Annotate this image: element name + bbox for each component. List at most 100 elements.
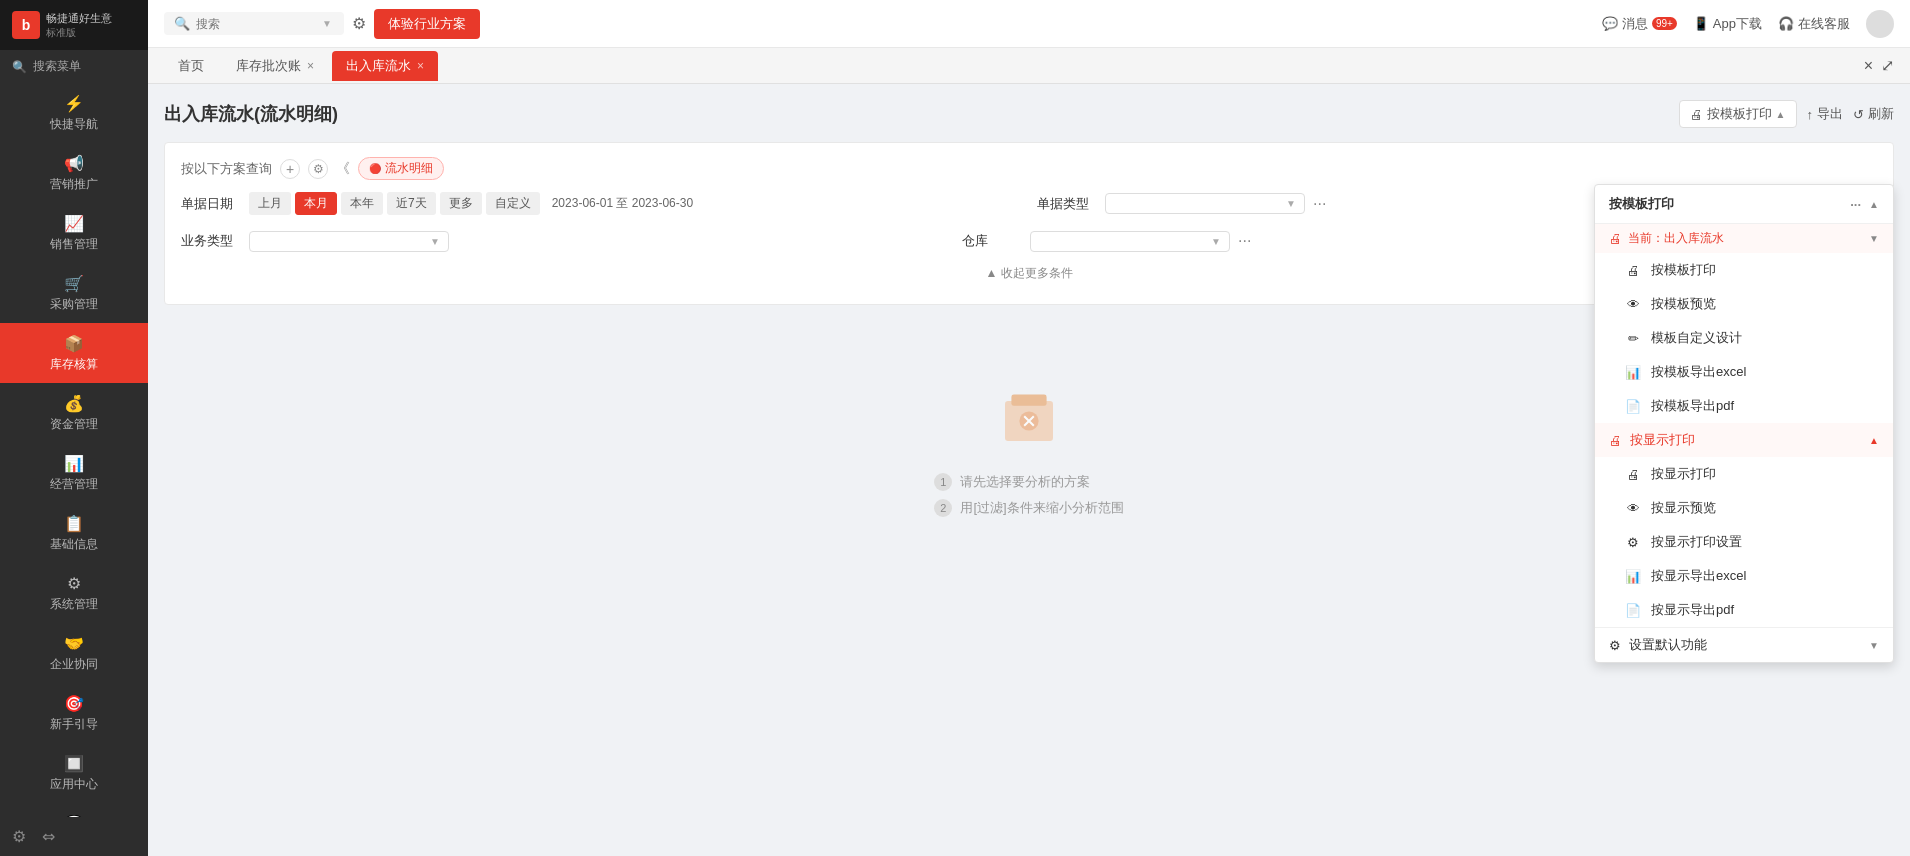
app-download-btn[interactable]: 📱 App下载 bbox=[1693, 15, 1762, 33]
caret-up-icon: ▲ bbox=[1776, 109, 1786, 120]
dropdown-display-excel[interactable]: 📊 按显示导出excel bbox=[1595, 559, 1893, 593]
sidebar-item-label: 新手引导 bbox=[50, 716, 98, 733]
dropdown-footer[interactable]: ⚙ 设置默认功能 ▼ bbox=[1595, 627, 1893, 662]
date-btn-this-month[interactable]: 本月 bbox=[295, 192, 337, 215]
sidebar-item-label: 销售管理 bbox=[50, 236, 98, 253]
doc-type-select[interactable]: ▼ bbox=[1105, 193, 1305, 214]
doc-type-more[interactable]: ··· bbox=[1313, 195, 1326, 213]
app-center-icon: 🔲 bbox=[64, 753, 84, 773]
date-btn-custom[interactable]: 自定义 bbox=[486, 192, 540, 215]
dropdown-current: 🖨 当前：出入库流水 ▼ bbox=[1595, 224, 1893, 253]
warehouse-more[interactable]: ··· bbox=[1238, 232, 1251, 250]
tab-batch[interactable]: 库存批次账× bbox=[222, 51, 328, 81]
dropdown-template-excel[interactable]: 📊 按模板导出excel bbox=[1595, 355, 1893, 389]
business-type-field: 业务类型 ▼ bbox=[181, 231, 946, 252]
export-icon: ↑ bbox=[1807, 107, 1814, 122]
tab-home[interactable]: 首页 bbox=[164, 51, 218, 81]
date-btn-this-year[interactable]: 本年 bbox=[341, 192, 383, 215]
sidebar-item-label: 企业协同 bbox=[50, 656, 98, 673]
print-btn[interactable]: 🖨 按模板打印 ▲ bbox=[1679, 100, 1797, 128]
filter-add-btn[interactable]: + bbox=[280, 159, 300, 179]
sidebar-item-label: 采购管理 bbox=[50, 296, 98, 313]
sidebar-item-finance[interactable]: 💰资金管理 bbox=[0, 383, 148, 443]
display-settings-icon: ⚙ bbox=[1625, 534, 1641, 550]
settings-icon[interactable]: ⚙ bbox=[12, 827, 26, 846]
sidebar-search[interactable]: 🔍 搜索菜单 bbox=[0, 50, 148, 83]
sidebar-item-system[interactable]: ⚙系统管理 bbox=[0, 563, 148, 623]
tab-close-btn[interactable]: × bbox=[417, 59, 424, 73]
filter-collapse-btn[interactable]: 《 bbox=[336, 160, 350, 178]
page-header: 出入库流水(流水明细) 🖨 按模板打印 ▲ ↑ 导出 ↺ 刷新 bbox=[164, 100, 1894, 128]
sidebar-item-cooperation[interactable]: 🤝 企业协同 bbox=[0, 623, 148, 683]
dropdown-display-pdf[interactable]: 📄 按显示导出pdf bbox=[1595, 593, 1893, 627]
tab-close-all-btn[interactable]: × bbox=[1864, 57, 1873, 75]
sidebar-item-label: 基础信息 bbox=[50, 536, 98, 553]
doc-type-label: 单据类型 bbox=[1037, 195, 1097, 213]
dropdown-template-print[interactable]: 🖨 按模板打印 bbox=[1595, 253, 1893, 287]
sidebar-item-sales[interactable]: 📈销售管理 bbox=[0, 203, 148, 263]
print-icon: 🖨 bbox=[1625, 262, 1641, 278]
tabbar-right: × ⤢ bbox=[1864, 56, 1894, 75]
empty-step-1: 1 请先选择要分析的方案 bbox=[934, 473, 1123, 491]
sidebar-item-purchase[interactable]: 🛒采购管理 bbox=[0, 263, 148, 323]
date-btn-7days[interactable]: 近7天 bbox=[387, 192, 436, 215]
user-avatar[interactable] bbox=[1866, 10, 1894, 38]
message-icon: 💬 bbox=[1602, 16, 1618, 31]
sidebar-item-guide[interactable]: 🎯新手引导 bbox=[0, 683, 148, 743]
tab-flow[interactable]: 出入库流水× bbox=[332, 51, 438, 81]
dropdown-display-print[interactable]: 🖨 按显示打印 bbox=[1595, 457, 1893, 491]
expand-icon[interactable]: ⇔ bbox=[42, 827, 55, 846]
dropdown-header: 按模板打印 ··· ▲ bbox=[1595, 185, 1893, 224]
pdf-icon: 📄 bbox=[1625, 398, 1641, 414]
tag-icon: 🔴 bbox=[369, 163, 381, 174]
topbar-search-box[interactable]: 🔍 ▼ bbox=[164, 12, 344, 35]
excel-icon: 📊 bbox=[1625, 364, 1641, 380]
chevron-up-icon[interactable]: ▲ bbox=[1869, 199, 1879, 210]
current-indicator-icon: 🖨 bbox=[1609, 231, 1622, 246]
sidebar-item-inventory[interactable]: 📦库存核算 bbox=[0, 323, 148, 383]
dropdown-display-preview[interactable]: 👁 按显示预览 bbox=[1595, 491, 1893, 525]
sidebar-item-operation[interactable]: 📊经营管理 bbox=[0, 443, 148, 503]
dots-icon[interactable]: ··· bbox=[1850, 197, 1861, 212]
finance-icon: 💰 bbox=[64, 393, 84, 413]
sidebar-item-basic[interactable]: 📋基础信息 bbox=[0, 503, 148, 563]
online-service-btn[interactable]: 🎧 在线客服 bbox=[1778, 15, 1850, 33]
warehouse-label: 仓库 bbox=[962, 232, 1022, 250]
gear-icon[interactable]: ⚙ bbox=[352, 14, 366, 33]
design-icon: ✏ bbox=[1625, 330, 1641, 346]
dropdown-template-preview[interactable]: 👁 按模板预览 bbox=[1595, 287, 1893, 321]
preview-icon: 👁 bbox=[1625, 296, 1641, 312]
dropdown-template-pdf[interactable]: 📄 按模板导出pdf bbox=[1595, 389, 1893, 423]
search-input[interactable] bbox=[196, 17, 316, 31]
sidebar-item-app-center[interactable]: 🔲应用中心 bbox=[0, 743, 148, 803]
topbar-left: 🔍 ▼ ⚙ 体验行业方案 bbox=[164, 9, 1590, 39]
empty-steps: 1 请先选择要分析的方案 2 用[过滤]条件来缩小分析范围 bbox=[934, 473, 1123, 517]
operation-icon: 📊 bbox=[64, 453, 84, 473]
dropdown-display-section[interactable]: 🖨 按显示打印 ▲ bbox=[1595, 423, 1893, 457]
display-preview-icon: 👁 bbox=[1625, 500, 1641, 516]
tab-close-btn[interactable]: × bbox=[307, 59, 314, 73]
cooperation-icon: 🤝 bbox=[64, 633, 84, 653]
warehouse-select[interactable]: ▼ bbox=[1030, 231, 1230, 252]
industry-btn[interactable]: 体验行业方案 bbox=[374, 9, 480, 39]
filter-settings-btn[interactable]: ⚙ bbox=[308, 159, 328, 179]
display-pdf-icon: 📄 bbox=[1625, 602, 1641, 618]
date-label: 单据日期 bbox=[181, 195, 241, 213]
tab-label: 首页 bbox=[178, 57, 204, 75]
sidebar-item-quick-nav[interactable]: ⚡快捷导航 bbox=[0, 83, 148, 143]
refresh-btn[interactable]: ↺ 刷新 bbox=[1853, 105, 1894, 123]
business-type-select[interactable]: ▼ bbox=[249, 231, 449, 252]
sidebar-bottom: ⚙ ⇔ bbox=[0, 817, 148, 856]
dropdown-display-settings[interactable]: ⚙ 按显示打印设置 bbox=[1595, 525, 1893, 559]
date-btn-prev-month[interactable]: 上月 bbox=[249, 192, 291, 215]
date-btn-more[interactable]: 更多 bbox=[440, 192, 482, 215]
export-btn[interactable]: ↑ 导出 bbox=[1807, 105, 1844, 123]
dropdown-template-custom[interactable]: ✏ 模板自定义设计 bbox=[1595, 321, 1893, 355]
message-btn[interactable]: 💬 消息 99+ bbox=[1602, 15, 1677, 33]
sidebar-item-marketing[interactable]: 📢营销推广 bbox=[0, 143, 148, 203]
sidebar-item-wechat[interactable]: 💬企业微信 bbox=[0, 803, 148, 817]
tab-expand-btn[interactable]: ⤢ bbox=[1881, 56, 1894, 75]
date-range: 2023-06-01 至 2023-06-30 bbox=[552, 195, 693, 212]
page-actions: 🖨 按模板打印 ▲ ↑ 导出 ↺ 刷新 bbox=[1679, 100, 1894, 128]
sidebar-item-label: 营销推广 bbox=[50, 176, 98, 193]
